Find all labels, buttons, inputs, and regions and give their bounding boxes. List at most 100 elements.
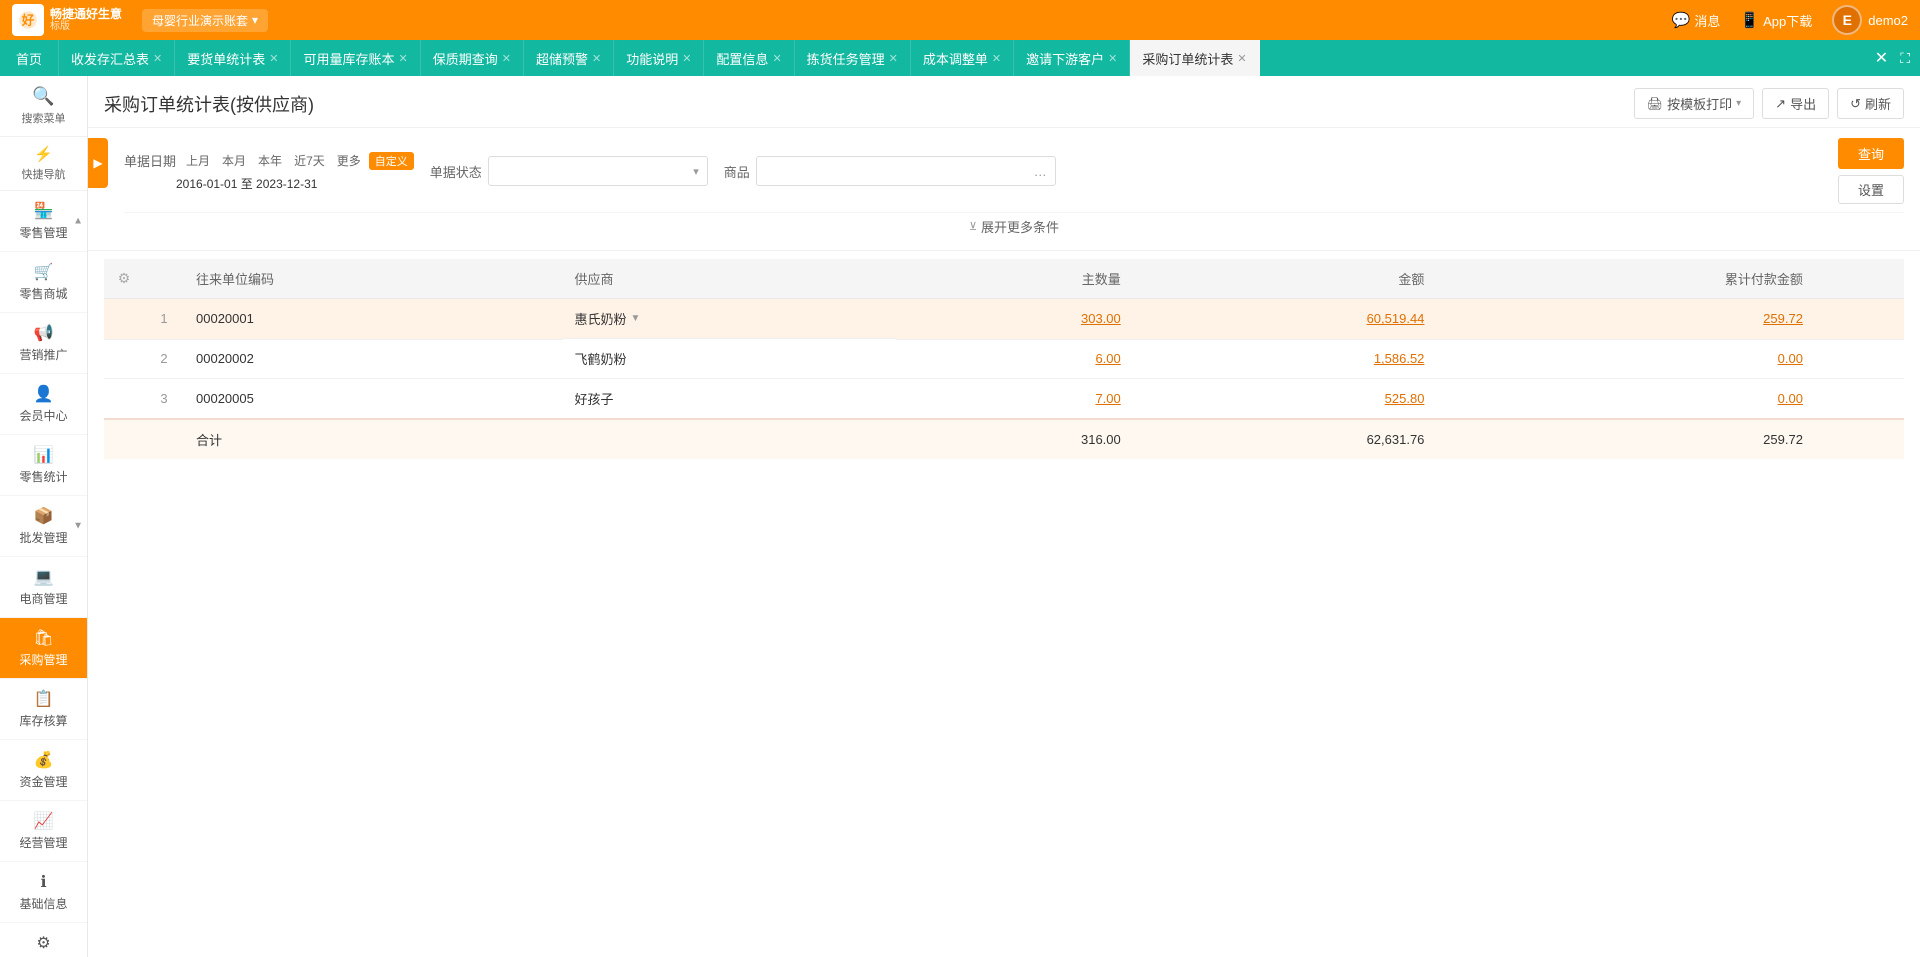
tab-expiry[interactable]: 保质期查询 ✕ bbox=[421, 40, 524, 76]
col-rowno-header bbox=[144, 259, 184, 299]
tab-invite-close[interactable]: ✕ bbox=[1108, 52, 1117, 65]
wholesale-icon: 📦 bbox=[34, 506, 54, 526]
tab-home[interactable]: 首页 bbox=[0, 40, 59, 76]
custom-badge[interactable]: 自定义 bbox=[369, 152, 414, 170]
message-btn[interactable]: 💬 消息 bbox=[1672, 11, 1721, 30]
tab-receive-summary[interactable]: 收发存汇总表 ✕ bbox=[59, 40, 175, 76]
tab-cost-adjust[interactable]: 成本调整单 ✕ bbox=[911, 40, 1014, 76]
row3-main-qty[interactable]: 7.00 bbox=[896, 379, 1133, 420]
shortcut-last-month[interactable]: 上月 bbox=[182, 150, 214, 171]
row1-extra bbox=[1815, 299, 1904, 340]
tab-cost-adjust-close[interactable]: ✕ bbox=[992, 52, 1001, 65]
sidebar-item-system-mgmt[interactable]: ⚙ 系统管理 bbox=[0, 923, 87, 957]
sidebar-item-purchase-mgmt[interactable]: 🛍 采购管理 bbox=[0, 618, 87, 679]
row3-supplier-code: 00020005 bbox=[184, 379, 563, 420]
sidebar-item-retail-mgmt[interactable]: 🏪 零售管理 ▲ bbox=[0, 191, 87, 252]
settings-btn[interactable]: 设置 bbox=[1838, 175, 1904, 204]
row1-expand-icon[interactable]: ▼ bbox=[631, 313, 641, 324]
sidebar-item-inventory[interactable]: 📋 库存核算 bbox=[0, 679, 87, 740]
tab-purchase-summary[interactable]: 采购订单统计表 ✕ bbox=[1130, 40, 1259, 76]
shortcut-this-month[interactable]: 本月 bbox=[218, 150, 250, 171]
app-download-btn[interactable]: 📱 App下载 bbox=[1740, 11, 1812, 30]
tab-function-desc-label: 功能说明 bbox=[626, 49, 678, 68]
tab-function-desc[interactable]: 功能说明 ✕ bbox=[614, 40, 704, 76]
tab-goods-close[interactable]: ✕ bbox=[269, 52, 278, 65]
footer-paid-amount-value: 259.72 bbox=[1763, 432, 1803, 447]
app-title: 畅捷通好生意 bbox=[50, 7, 122, 21]
tab-config-close[interactable]: ✕ bbox=[772, 52, 781, 65]
tab-config[interactable]: 配置信息 ✕ bbox=[704, 40, 794, 76]
row3-paid-amount[interactable]: 0.00 bbox=[1436, 379, 1815, 420]
sidebar-item-ecommerce[interactable]: 💻 电商管理 bbox=[0, 557, 87, 618]
row2-paid-amount[interactable]: 0.00 bbox=[1436, 339, 1815, 379]
sidebar-item-retail-store[interactable]: 🛒 零售商城 bbox=[0, 252, 87, 313]
nav-tabs-bar: 首页 收发存汇总表 ✕ 要货单统计表 ✕ 可用量库存账本 ✕ 保质期查询 ✕ 超… bbox=[0, 40, 1920, 76]
print-icon: 🖨 bbox=[1647, 96, 1664, 112]
export-btn[interactable]: ↗ 导出 bbox=[1762, 88, 1829, 119]
tab-invite-label: 邀请下游客户 bbox=[1026, 49, 1104, 68]
tab-overstock[interactable]: 超储预警 ✕ bbox=[524, 40, 614, 76]
row1-amount[interactable]: 60,519.44 bbox=[1133, 299, 1437, 340]
filter-row-1: 单据日期 上月 本月 本年 近7天 更多 自定义 2016-01-0 bbox=[124, 138, 1904, 204]
search-menu-btn[interactable]: 🔍 搜索菜单 bbox=[0, 76, 87, 137]
row1-paid-amount[interactable]: 259.72 bbox=[1436, 299, 1815, 340]
tab-stock-ledger[interactable]: 可用量库存账本 ✕ bbox=[291, 40, 420, 76]
app-download-label: App下载 bbox=[1763, 11, 1812, 30]
workspace-chevron: ▾ bbox=[252, 13, 258, 27]
shortcut-more[interactable]: 更多 bbox=[333, 150, 365, 171]
refresh-label: 刷新 bbox=[1865, 94, 1891, 113]
sidebar-item-wholesale[interactable]: 📦 批发管理 ▼ bbox=[0, 496, 87, 557]
tab-overstock-close[interactable]: ✕ bbox=[592, 52, 601, 65]
sidebar-item-marketing[interactable]: 📢 营销推广 bbox=[0, 313, 87, 374]
row1-supplier-code: 00020001 bbox=[184, 299, 563, 340]
tab-stock-ledger-close[interactable]: ✕ bbox=[399, 52, 408, 65]
sidebar-item-retail-stats[interactable]: 📊 零售统计 bbox=[0, 435, 87, 496]
page-title: 采购订单统计表(按供应商) bbox=[104, 91, 314, 117]
col-settings-header[interactable]: ⚙ bbox=[104, 259, 144, 299]
sidebar-item-operations[interactable]: 📈 经营管理 bbox=[0, 801, 87, 862]
row3-amount[interactable]: 525.80 bbox=[1133, 379, 1437, 420]
refresh-btn[interactable]: ↺ 刷新 bbox=[1837, 88, 1904, 119]
sidebar-collapse-btn[interactable]: ▶ bbox=[88, 138, 108, 188]
tab-close-all-btn[interactable]: ✕ bbox=[1875, 48, 1888, 68]
query-btn-group: 查询 设置 bbox=[1838, 138, 1904, 204]
tab-picking[interactable]: 拣货任务管理 ✕ bbox=[795, 40, 911, 76]
quick-nav-btn[interactable]: ⚡ 快捷导航 bbox=[0, 137, 87, 191]
workspace-selector[interactable]: 母婴行业演示账套 ▾ bbox=[142, 9, 268, 32]
tab-goods-summary[interactable]: 要货单统计表 ✕ bbox=[175, 40, 291, 76]
export-label: 导出 bbox=[1790, 94, 1816, 113]
main-content: 采购订单统计表(按供应商) 🖨 按模板打印 ▾ ↗ 导出 ↺ 刷新 ▶ bbox=[88, 76, 1920, 957]
expand-more-label: 展开更多条件 bbox=[981, 217, 1059, 236]
shortcut-7days[interactable]: 近7天 bbox=[290, 150, 329, 171]
logo-area: 好 畅捷通好生意 标版 bbox=[12, 4, 122, 36]
tab-picking-close[interactable]: ✕ bbox=[889, 52, 898, 65]
col-paid-amount-label: 累计付款金额 bbox=[1725, 272, 1803, 287]
row2-settings bbox=[104, 339, 144, 379]
status-select[interactable]: ▾ bbox=[488, 156, 708, 186]
tab-expiry-close[interactable]: ✕ bbox=[502, 52, 511, 65]
row1-main-qty[interactable]: 303.00 bbox=[896, 299, 1133, 340]
row2-amount[interactable]: 1,586.52 bbox=[1133, 339, 1437, 379]
settings-btn-label: 设置 bbox=[1858, 183, 1884, 198]
tab-invite[interactable]: 邀请下游客户 ✕ bbox=[1014, 40, 1130, 76]
user-area[interactable]: E demo2 bbox=[1832, 5, 1908, 35]
top-bar: 好 畅捷通好生意 标版 母婴行业演示账套 ▾ 💬 消息 📱 App下载 E de… bbox=[0, 0, 1920, 40]
query-btn[interactable]: 查询 bbox=[1838, 138, 1904, 169]
purchase-mgmt-icon: 🛍 bbox=[33, 628, 53, 648]
goods-input[interactable]: … bbox=[756, 156, 1056, 186]
tab-function-desc-close[interactable]: ✕ bbox=[682, 52, 691, 65]
tab-fullscreen-btn[interactable]: ⛶ bbox=[1900, 50, 1910, 67]
phone-icon: 📱 bbox=[1740, 11, 1759, 29]
expand-more-btn[interactable]: ⊻ 展开更多条件 bbox=[969, 217, 1059, 236]
tab-purchase-summary-close[interactable]: ✕ bbox=[1237, 52, 1246, 65]
date-shortcuts: 上月 本月 本年 近7天 更多 自定义 bbox=[182, 150, 414, 171]
sidebar-item-finance[interactable]: 💰 资金管理 bbox=[0, 740, 87, 801]
sidebar-item-basic-info[interactable]: ℹ 基础信息 bbox=[0, 862, 87, 923]
row2-main-qty[interactable]: 6.00 bbox=[896, 339, 1133, 379]
tab-receive-close[interactable]: ✕ bbox=[153, 52, 162, 65]
template-print-btn[interactable]: 🖨 按模板打印 ▾ bbox=[1634, 88, 1755, 119]
retail-mgmt-expand-icon: ▲ bbox=[73, 216, 83, 227]
shortcut-this-year[interactable]: 本年 bbox=[254, 150, 286, 171]
sidebar-item-member-center[interactable]: 👤 会员中心 bbox=[0, 374, 87, 435]
row3-supplier-name: 好孩子 bbox=[563, 379, 897, 420]
